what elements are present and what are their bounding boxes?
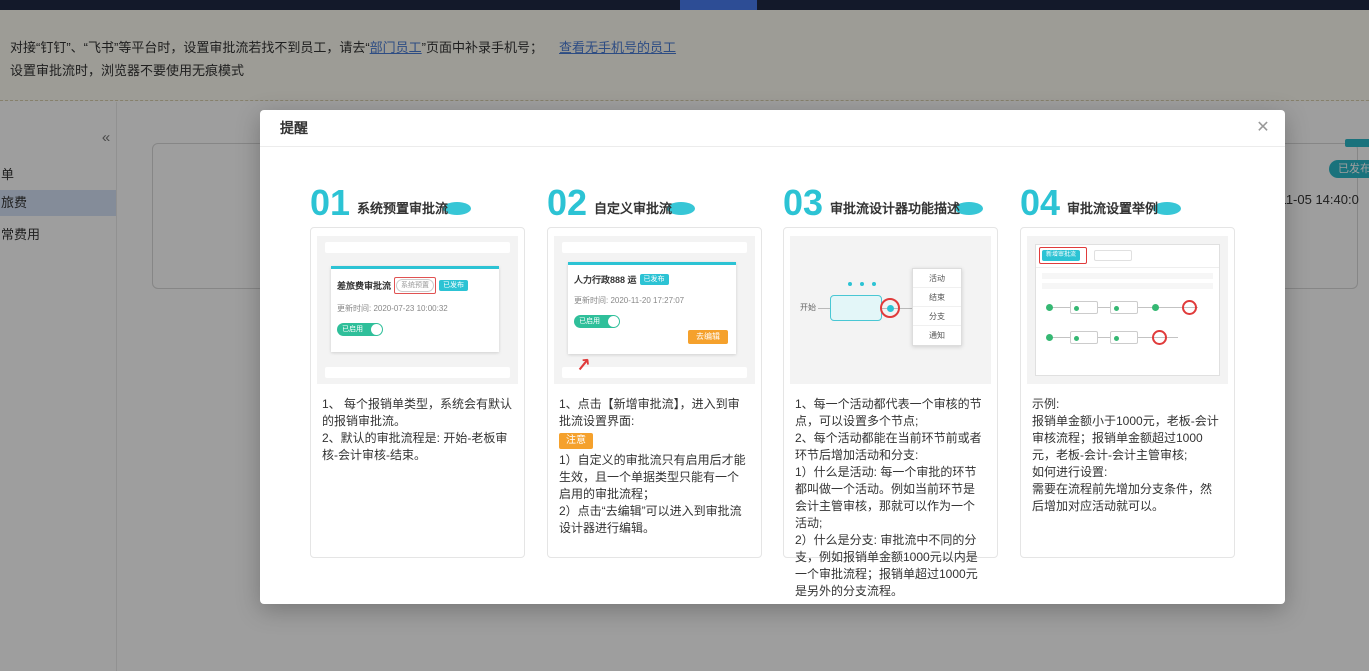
modal-header: 提醒 ✕: [260, 110, 1285, 147]
section-2-title: 自定义审批流: [594, 201, 673, 216]
new-flow-button: 新增审批流: [1042, 250, 1081, 261]
red-circle-annotation: [880, 298, 900, 318]
flow-start-dot: [1046, 304, 1053, 311]
table-row-placeholder: [1042, 273, 1213, 279]
paragraph: 示例:: [1032, 397, 1060, 411]
mini-flow-name: 差旅费审批流: [337, 281, 392, 291]
paragraph: 2）点击“去编辑”可以进入到审批流设计器进行编辑。: [559, 504, 742, 535]
close-icon[interactable]: ✕: [1253, 118, 1273, 138]
section-preset-flow: 01 系统预置审批流 差旅费审批流 系统预置 已发布 更新时间: 2020-07…: [310, 185, 525, 558]
enabled-toggle: 已启用: [574, 315, 620, 328]
node-dot: [848, 282, 852, 286]
flow-start-dot: [1046, 334, 1053, 341]
red-arrow-annotation: ↗: [574, 354, 593, 376]
paragraph: 1）什么是活动: 每一个审批的环节都叫做一个活动。例如当前环节是会计主管审核，那…: [795, 465, 977, 530]
mini-flow-name: 人力行政888 运: [574, 275, 637, 285]
mini-footer-strip: [325, 367, 510, 378]
mini-updated-time: 更新时间: 2020-11-20 17:27:07: [574, 296, 685, 305]
section-3-number: 03: [783, 182, 824, 223]
section-3-title: 审批流设计器功能描述: [830, 201, 961, 216]
section-4-preview-image: 新增审批流: [1027, 236, 1228, 384]
enabled-toggle-label: 已启用: [342, 326, 363, 333]
paragraph: 2）什么是分支: 审批流中不同的分支，例如报销单金额1000元以内是一个审批流程…: [795, 533, 978, 598]
preset-tag: 系统预置: [396, 279, 435, 292]
section-2-card: 人力行政888 运 已发布 更新时间: 2020-11-20 17:27:07 …: [547, 227, 762, 558]
paragraph: 报销单金额小于1000元，老板-会计审核流程；报销单金额超过1000元，老板-会…: [1032, 414, 1219, 462]
mini-toolbar-strip: [325, 242, 510, 253]
red-highlight-box: 系统预置: [394, 277, 437, 294]
published-tag: 已发布: [439, 280, 469, 291]
paragraph: 2、每个活动都能在当前环节前或者环节后增加活动和分支:: [795, 431, 982, 462]
paragraph: 如何进行设置:: [1032, 465, 1108, 479]
mini-updated-time: 更新时间: 2020-07-23 10:00:32: [337, 304, 448, 313]
mini-approval-flow-card: 人力行政888 运 已发布 更新时间: 2020-11-20 17:27:07 …: [568, 262, 736, 354]
section-3-preview-image: 开始 活动 结束 分支 通知: [790, 236, 991, 384]
palette-item-end: 结束: [913, 288, 961, 307]
section-1-title: 系统预置审批流: [357, 201, 449, 216]
flow-end-dot: [1152, 304, 1159, 311]
red-circle-annotation: [1152, 330, 1167, 345]
mini-designer-window: 新增审批流: [1035, 244, 1220, 376]
section-2-description: 1、点击【新增审批流】，进入到审批流设置界面: 注意 1）自定义的审批流只有启用…: [554, 384, 755, 537]
flow-node-box: [1110, 331, 1138, 344]
published-tag: 已发布: [639, 274, 669, 285]
node-dot: [860, 282, 864, 286]
section-1-card: 差旅费审批流 系统预置 已发布 更新时间: 2020-07-23 10:00:3…: [310, 227, 525, 558]
mini-toolbar-strip: [562, 242, 747, 253]
flow-activity-node: [830, 295, 882, 321]
note-badge: 注意: [559, 433, 593, 449]
palette-item-notify: 通知: [929, 331, 945, 340]
reminder-modal: 提醒 ✕ 01 系统预置审批流 差旅费审批流 系统预置 已发布 更新时间: 20…: [260, 110, 1285, 604]
paragraph: 1、每一个活动都代表一个审核的节点，可以设置多个节点;: [795, 397, 982, 428]
section-custom-flow: 02 自定义审批流 人力行政888 运 已发布 更新时间: 2020-11-20…: [547, 185, 762, 558]
section-4-number: 04: [1020, 182, 1061, 223]
section-4-header: 04 审批流设置举例: [1020, 185, 1235, 227]
mini-approval-flow-card: 差旅费审批流 系统预置 已发布 更新时间: 2020-07-23 10:00:3…: [331, 266, 499, 352]
section-4-card: 新增审批流 示例: 报销单金额小于1000元，老板-会计审核流程；报销单金额超过…: [1020, 227, 1235, 558]
paragraph: 1、 每个报销单类型，系统会有默认的报销审批流。: [322, 397, 513, 428]
paragraph: 1、点击【新增审批流】，进入到审批流设置界面:: [559, 397, 740, 428]
section-2-number: 02: [547, 182, 588, 223]
section-1-number: 01: [310, 182, 351, 223]
flow-node-box: [1110, 301, 1138, 314]
screen: 对接“钉钉”、“飞书”等平台时，设置审批流若找不到员工，请去“部门员工”页面中补…: [0, 0, 1369, 671]
section-1-preview-image: 差旅费审批流 系统预置 已发布 更新时间: 2020-07-23 10:00:3…: [317, 236, 518, 384]
divider: [1036, 267, 1219, 268]
flow-node-box: [1070, 301, 1098, 314]
paragraph: 2、默认的审批流程是: 开始-老板审核-会计审核-结束。: [322, 431, 508, 462]
section-2-header: 02 自定义审批流: [547, 185, 762, 227]
enabled-toggle-label: 已启用: [579, 318, 600, 325]
section-4-description: 示例: 报销单金额小于1000元，老板-会计审核流程；报销单金额超过1000元，…: [1027, 384, 1228, 515]
mini-card-title-row: 差旅费审批流 系统预置 已发布: [337, 277, 493, 294]
section-3-header: 03 审批流设计器功能描述: [783, 185, 998, 227]
paragraph: 需要在流程前先增加分支条件，然后增加对应活动就可以。: [1032, 482, 1213, 513]
toggle-knob: [371, 324, 382, 335]
node-type-palette: 活动 结束 分支 通知: [912, 268, 962, 346]
flow-start-label: 开始: [800, 303, 816, 312]
mini-search-box: [1094, 250, 1132, 261]
enabled-toggle: 已启用: [337, 323, 383, 336]
mini-card-title-row: 人力行政888 运 已发布: [574, 273, 730, 286]
section-designer-features: 03 审批流设计器功能描述 开始 活动 结束 分支 通知 1、每一个活动都代表一…: [783, 185, 998, 598]
modal-title: 提醒: [280, 120, 308, 136]
section-1-description: 1、 每个报销单类型，系统会有默认的报销审批流。 2、默认的审批流程是: 开始-…: [317, 384, 518, 464]
node-dot: [872, 282, 876, 286]
section-3-card: 开始 活动 结束 分支 通知 1、每一个活动都代表一个审核的节点，可以设置多个节…: [783, 227, 998, 598]
table-row-placeholder: [1042, 283, 1213, 289]
section-1-header: 01 系统预置审批流: [310, 185, 525, 227]
flow-node-box: [1070, 331, 1098, 344]
section-3-description: 1、每一个活动都代表一个审核的节点，可以设置多个节点; 2、每个活动都能在当前环…: [790, 384, 991, 600]
section-4-title: 审批流设置举例: [1067, 201, 1159, 216]
red-circle-annotation: [1182, 300, 1197, 315]
palette-item-activity: 活动: [913, 269, 961, 288]
section-setup-example: 04 审批流设置举例 新增审批流 示例: 报销单金额小于1000元，老板-会计审…: [1020, 185, 1235, 558]
toggle-knob: [608, 316, 619, 327]
palette-item-branch: 分支: [913, 307, 961, 326]
paragraph: 1）自定义的审批流只有启用后才能生效，且一个单据类型只能有一个启用的审批流程；: [559, 453, 746, 501]
go-edit-button: 去编辑: [688, 330, 728, 344]
section-2-preview-image: 人力行政888 运 已发布 更新时间: 2020-11-20 17:27:07 …: [554, 236, 755, 384]
